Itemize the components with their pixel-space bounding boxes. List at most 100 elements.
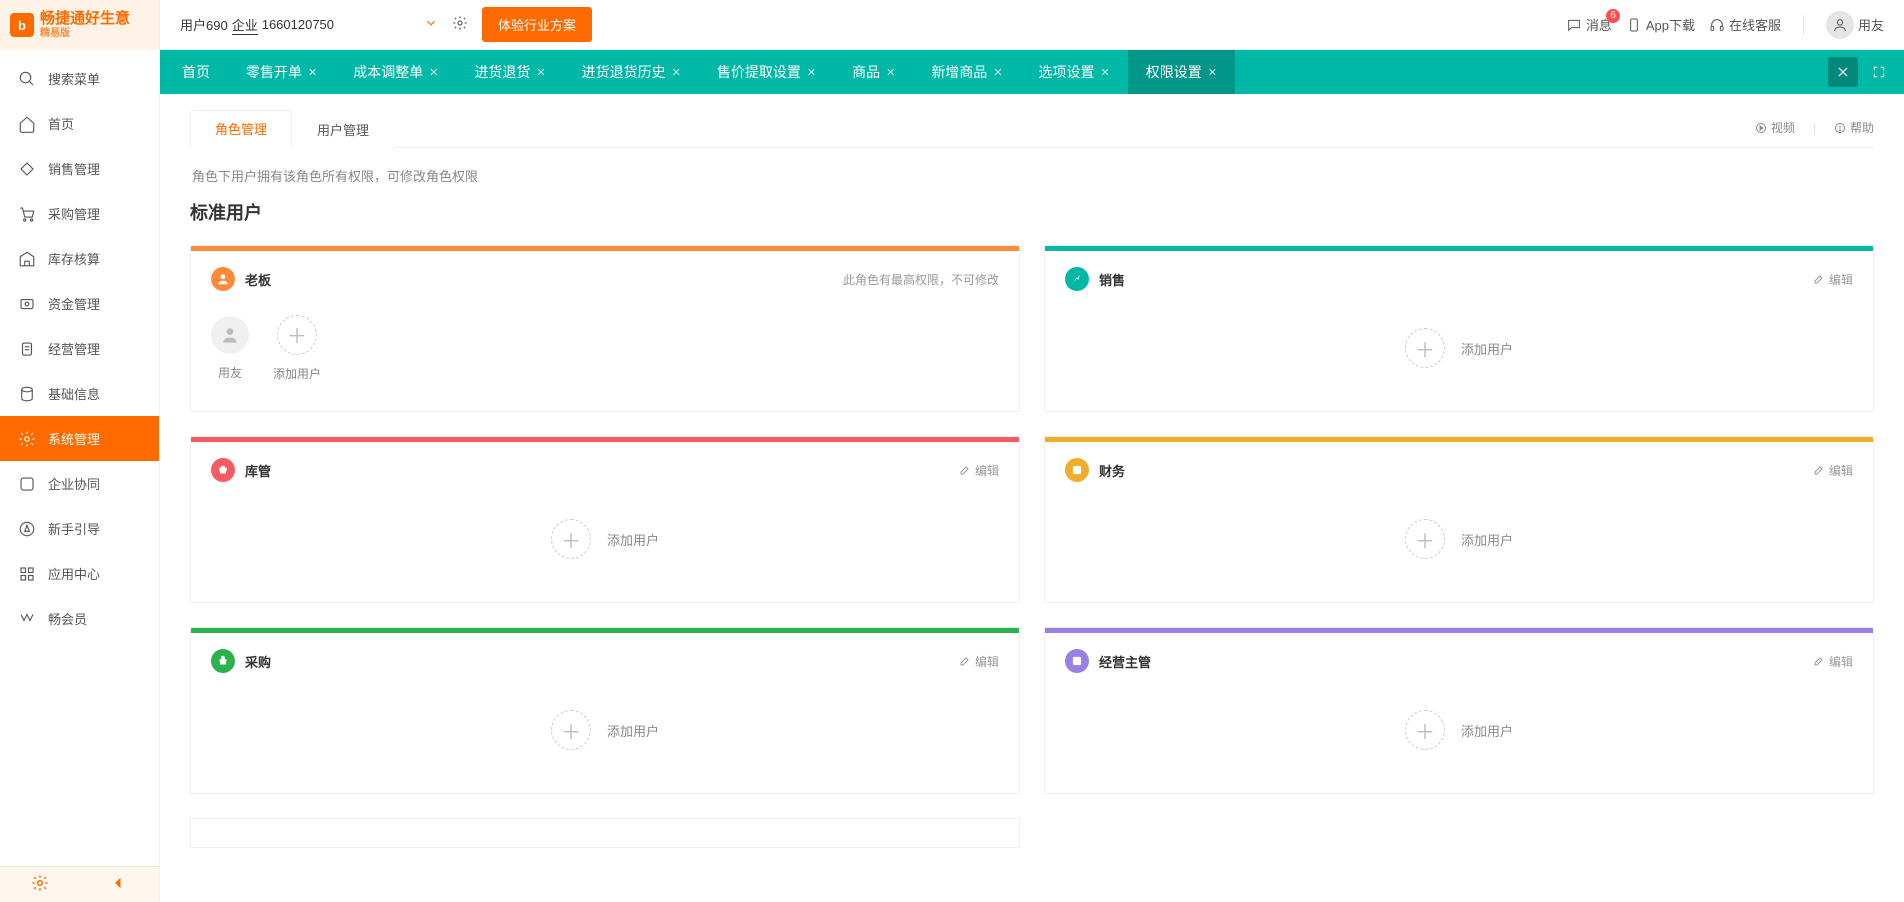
inner-tabs: 角色管理 用户管理 视频 | 帮助 bbox=[190, 108, 1874, 148]
settings-icon[interactable] bbox=[31, 874, 49, 895]
messages-button[interactable]: 消息 6 bbox=[1566, 15, 1612, 34]
inner-tab-roles[interactable]: 角色管理 bbox=[190, 110, 292, 148]
add-icon[interactable]: ＋ bbox=[1405, 328, 1445, 368]
add-user-finance[interactable]: ＋ 添加用户 bbox=[1405, 519, 1513, 559]
edit-label: 编辑 bbox=[1829, 271, 1853, 288]
sidebar-item-home[interactable]: 首页 bbox=[0, 101, 159, 146]
database-icon bbox=[18, 385, 36, 403]
manager-icon bbox=[1065, 649, 1089, 673]
org-settings-icon[interactable] bbox=[452, 15, 468, 34]
sidebar-item-label: 企业协同 bbox=[48, 474, 100, 493]
collapse-icon[interactable] bbox=[110, 874, 128, 895]
sidebar-item-basic[interactable]: 基础信息 bbox=[0, 371, 159, 416]
user-name-label: 用友 bbox=[218, 364, 242, 381]
sidebar-item-label: 首页 bbox=[48, 114, 74, 133]
logo: b 畅捷通好生意 精易版 bbox=[0, 0, 159, 50]
sidebar-item-guide[interactable]: 新手引导 bbox=[0, 506, 159, 551]
tab-return-history[interactable]: 进货退货历史 ✕ bbox=[564, 50, 699, 94]
org-selector[interactable]: 用户690企业1660120750 bbox=[180, 15, 410, 35]
sidebar-item-purchase[interactable]: 采购管理 bbox=[0, 191, 159, 236]
close-icon[interactable]: ✕ bbox=[672, 66, 681, 79]
inner-tab-users[interactable]: 用户管理 bbox=[292, 110, 394, 148]
tab-new-product[interactable]: 新增商品 ✕ bbox=[913, 50, 1020, 94]
edit-label: 编辑 bbox=[1829, 462, 1853, 479]
edit-label: 编辑 bbox=[1829, 653, 1853, 670]
purchase-icon bbox=[211, 649, 235, 673]
tab-permissions[interactable]: 权限设置✕ bbox=[1128, 50, 1235, 94]
boss-user[interactable]: 用友 bbox=[211, 316, 249, 381]
sidebar-item-funds[interactable]: 资金管理 bbox=[0, 281, 159, 326]
tab-label: 售价提取设置 bbox=[717, 62, 801, 82]
logo-brand: 畅捷通好生意 bbox=[40, 11, 130, 28]
edit-button[interactable]: 编辑 bbox=[1813, 271, 1853, 288]
tab-options[interactable]: 选项设置 ✕ bbox=[1021, 50, 1128, 94]
edit-button[interactable]: 编辑 bbox=[959, 653, 999, 670]
close-icon[interactable]: ✕ bbox=[993, 66, 1002, 79]
add-user-purchase[interactable]: ＋ 添加用户 bbox=[551, 710, 659, 750]
close-icon[interactable]: ✕ bbox=[886, 66, 895, 79]
sidebar-item-search[interactable]: 搜索菜单 bbox=[0, 56, 159, 101]
chevron-down-icon[interactable] bbox=[424, 16, 438, 33]
user-avatar-icon bbox=[211, 316, 249, 354]
add-icon[interactable]: ＋ bbox=[277, 315, 317, 355]
add-user-sales[interactable]: ＋ 添加用户 bbox=[1405, 328, 1513, 368]
online-service-button[interactable]: 在线客服 bbox=[1709, 15, 1781, 34]
top-header: 用户690企业1660120750 体验行业方案 消息 6 App下载 在线客服 bbox=[160, 0, 1904, 50]
close-icon[interactable]: ✕ bbox=[1101, 66, 1110, 79]
add-icon[interactable]: ＋ bbox=[1405, 519, 1445, 559]
sidebar-bottom bbox=[0, 866, 159, 902]
app-download-button[interactable]: App下载 bbox=[1626, 15, 1695, 34]
add-user-label: 添加用户 bbox=[273, 365, 321, 382]
add-user-manager[interactable]: ＋ 添加用户 bbox=[1405, 710, 1513, 750]
tab-price[interactable]: 售价提取设置 ✕ bbox=[699, 50, 834, 94]
sidebar-item-label: 库存核算 bbox=[48, 249, 100, 268]
close-all-tabs-button[interactable] bbox=[1828, 57, 1858, 87]
tab-return[interactable]: 进货退货✕ bbox=[456, 50, 563, 94]
tab-label: 新增商品 bbox=[931, 62, 987, 82]
tab-label: 商品 bbox=[852, 62, 880, 82]
user-menu[interactable]: 用友 bbox=[1826, 11, 1884, 39]
sidebar-item-system[interactable]: 系统管理 bbox=[0, 416, 159, 461]
role-name: 采购 bbox=[245, 652, 271, 671]
edit-button[interactable]: 编辑 bbox=[959, 462, 999, 479]
sidebar-item-member[interactable]: 畅会员 bbox=[0, 596, 159, 641]
close-icon[interactable]: ✕ bbox=[536, 66, 545, 79]
close-icon[interactable]: ✕ bbox=[1208, 66, 1217, 79]
add-user-warehouse[interactable]: ＋ 添加用户 bbox=[551, 519, 659, 559]
org-prefix: 用户690 bbox=[180, 15, 228, 34]
role-card-purchase: 采购 编辑 ＋ 添加用户 bbox=[190, 627, 1020, 794]
page-description: 角色下用户拥有该角色所有权限，可修改角色权限 bbox=[192, 166, 1874, 185]
divider bbox=[1803, 15, 1804, 35]
add-icon[interactable]: ＋ bbox=[551, 519, 591, 559]
sidebar-item-business[interactable]: 经营管理 bbox=[0, 326, 159, 371]
add-icon[interactable]: ＋ bbox=[551, 710, 591, 750]
sidebar-item-sales[interactable]: 销售管理 bbox=[0, 146, 159, 191]
trial-button[interactable]: 体验行业方案 bbox=[482, 7, 592, 42]
edit-button[interactable]: 编辑 bbox=[1813, 462, 1853, 479]
sidebar-item-inventory[interactable]: 库存核算 bbox=[0, 236, 159, 281]
tag-icon bbox=[18, 160, 36, 178]
fullscreen-button[interactable] bbox=[1864, 57, 1894, 87]
role-card-finance: 财务 编辑 ＋ 添加用户 bbox=[1044, 436, 1874, 603]
role-card-sales: 销售 编辑 ＋ 添加用户 bbox=[1044, 245, 1874, 412]
tab-label: 选项设置 bbox=[1039, 62, 1095, 82]
add-icon[interactable]: ＋ bbox=[1405, 710, 1445, 750]
tab-cost[interactable]: 成本调整单✕ bbox=[335, 50, 456, 94]
help-link[interactable]: 帮助 bbox=[1834, 119, 1874, 136]
close-icon[interactable]: ✕ bbox=[807, 66, 816, 79]
close-icon[interactable]: ✕ bbox=[429, 66, 438, 79]
video-link[interactable]: 视频 bbox=[1755, 119, 1795, 136]
add-user-boss[interactable]: ＋ 添加用户 bbox=[273, 315, 321, 382]
close-icon[interactable]: ✕ bbox=[308, 66, 317, 79]
sidebar-item-apps[interactable]: 应用中心 bbox=[0, 551, 159, 596]
sidebar-item-collab[interactable]: 企业协同 bbox=[0, 461, 159, 506]
tab-label: 进货退货历史 bbox=[582, 62, 666, 82]
add-user-label: 添加用户 bbox=[1461, 530, 1513, 549]
add-user-label: 添加用户 bbox=[607, 530, 659, 549]
tab-products[interactable]: 商品 ✕ bbox=[834, 50, 913, 94]
tab-home[interactable]: 首页 bbox=[164, 50, 228, 94]
sidebar-item-label: 销售管理 bbox=[48, 159, 100, 178]
add-user-label: 添加用户 bbox=[607, 721, 659, 740]
tab-retail[interactable]: 零售开单✕ bbox=[228, 50, 335, 94]
edit-button[interactable]: 编辑 bbox=[1813, 653, 1853, 670]
